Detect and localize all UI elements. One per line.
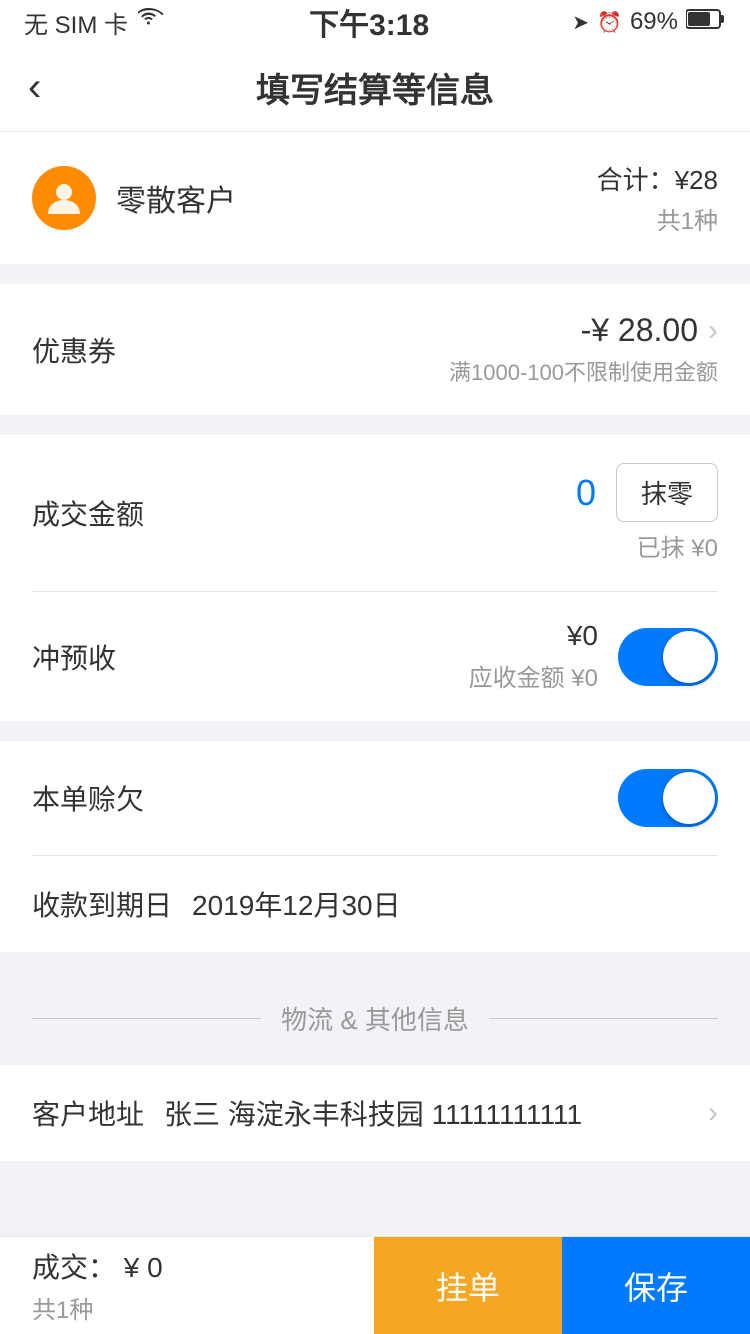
round-button[interactable]: 抹零	[616, 463, 718, 522]
credit-toggle-knob	[663, 772, 715, 824]
due-date-row: 收款到期日 2019年12月30日	[0, 856, 750, 952]
nav-bar: ‹ 填写结算等信息	[0, 44, 750, 132]
transaction-label: 成交金额	[32, 493, 144, 533]
alarm-icon: ⏰	[597, 10, 622, 35]
save-button[interactable]: 保存	[562, 1237, 750, 1334]
customer-name: 零散客户	[116, 176, 236, 220]
bottom-deal-label: 成交： ¥ 0	[32, 1246, 342, 1286]
deal-value: ¥ 0	[124, 1252, 163, 1283]
customer-count: 共1种	[597, 201, 718, 236]
coupon-right: -¥ 28.00 › 满1000-100不限制使用金额	[449, 312, 718, 387]
customer-left: 零散客户	[32, 166, 236, 230]
hold-button[interactable]: 挂单	[374, 1237, 562, 1334]
pre-receive-label: 冲预收	[32, 637, 116, 677]
back-button[interactable]: ‹	[28, 65, 41, 110]
toggle-knob	[663, 631, 715, 683]
customer-avatar	[32, 166, 96, 230]
page-title: 填写结算等信息	[256, 63, 494, 112]
credit-label: 本单赊欠	[32, 778, 144, 818]
customer-right: 合计：¥28 共1种	[597, 160, 718, 236]
status-right: ➤ ⏰ 69%	[572, 8, 726, 37]
address-chevron-icon: ›	[708, 1096, 718, 1130]
location-icon: ➤	[572, 10, 589, 35]
customer-total: 合计：¥28	[597, 160, 718, 197]
credit-row: 本单赊欠	[0, 741, 750, 855]
logistics-line-right	[489, 1018, 718, 1019]
logistics-line-left	[32, 1018, 261, 1019]
amount-input-area: 0 抹零	[556, 463, 718, 522]
address-label: 客户地址	[32, 1093, 144, 1133]
status-bar: 无 SIM 卡 下午3:18 ➤ ⏰ 69%	[0, 0, 750, 44]
credit-toggle[interactable]	[618, 769, 718, 827]
pre-receive-toggle[interactable]	[618, 628, 718, 686]
battery-icon	[686, 8, 726, 37]
transaction-row: 成交金额 0 抹零 已抹 ¥0	[0, 435, 750, 591]
due-date-value: 2019年12月30日	[192, 884, 401, 924]
pre-receive-row: 冲预收 ¥0 应收金额 ¥0	[0, 592, 750, 721]
bottom-info: 成交： ¥ 0 共1种	[0, 1246, 374, 1325]
transaction-value[interactable]: 0	[556, 472, 596, 514]
due-date-label: 收款到期日	[32, 884, 172, 924]
sim-label: 无 SIM 卡	[24, 5, 128, 40]
logistics-divider: 物流 & 其他信息	[0, 972, 750, 1065]
logistics-text: 物流 & 其他信息	[281, 1000, 469, 1037]
deal-prefix: 成交：	[32, 1252, 116, 1283]
customer-row: 零散客户 合计：¥28 共1种	[0, 132, 750, 264]
pre-receive-right: ¥0 应收金额 ¥0	[469, 620, 718, 693]
coupon-row[interactable]: 优惠券 -¥ 28.00 › 满1000-100不限制使用金额	[0, 284, 750, 415]
coupon-chevron-icon: ›	[708, 314, 718, 348]
address-row[interactable]: 客户地址 张三 海淀永丰科技园 11111111111 ›	[0, 1065, 750, 1161]
coupon-discount: -¥ 28.00	[581, 312, 698, 349]
pre-amounts: ¥0 应收金额 ¥0	[469, 620, 598, 693]
coupon-label: 优惠券	[32, 330, 116, 370]
battery-label: 69%	[630, 8, 678, 36]
bottom-bar: 成交： ¥ 0 共1种 挂单 保存	[0, 1236, 750, 1334]
bottom-count: 共1种	[32, 1290, 342, 1325]
transaction-sub: 已抹 ¥0	[637, 528, 718, 563]
pre-main-value: ¥0	[469, 620, 598, 652]
address-value: 张三 海淀永丰科技园 11111111111	[164, 1093, 678, 1133]
status-time: 下午3:18	[309, 0, 429, 44]
coupon-description: 满1000-100不限制使用金额	[449, 355, 718, 387]
wifi-icon	[138, 8, 166, 37]
status-left: 无 SIM 卡	[24, 5, 166, 40]
pre-sub-value: 应收金额 ¥0	[469, 658, 598, 693]
